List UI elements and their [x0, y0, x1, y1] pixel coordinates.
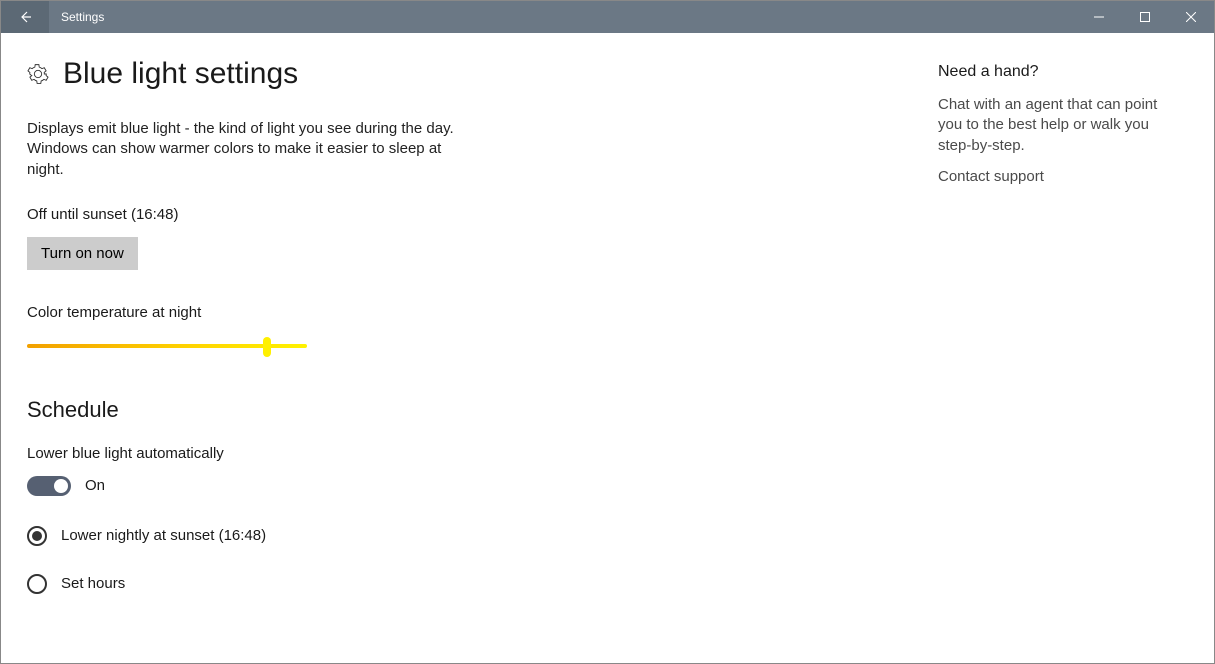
- auto-lower-toggle[interactable]: [27, 476, 71, 496]
- help-pane: Need a hand? Chat with an agent that can…: [938, 57, 1188, 663]
- close-icon: [1186, 12, 1196, 22]
- page-header: Blue light settings: [27, 57, 647, 91]
- color-temp-slider[interactable]: [27, 335, 307, 359]
- auto-lower-toggle-row: On: [27, 476, 647, 496]
- page-title: Blue light settings: [63, 57, 298, 91]
- radio-set-hours[interactable]: [27, 574, 47, 594]
- contact-support-link[interactable]: Contact support: [938, 168, 1182, 185]
- radio-dot-icon: [32, 531, 42, 541]
- maximize-button[interactable]: [1122, 1, 1168, 33]
- titlebar-title: Settings: [61, 10, 104, 24]
- content-area: Blue light settings Displays emit blue l…: [1, 33, 1214, 663]
- toggle-state-label: On: [85, 477, 105, 494]
- minimize-button[interactable]: [1076, 1, 1122, 33]
- toggle-knob: [54, 479, 68, 493]
- back-button[interactable]: [1, 1, 49, 33]
- main-pane: Blue light settings Displays emit blue l…: [27, 57, 647, 663]
- page-description: Displays emit blue light - the kind of l…: [27, 119, 467, 180]
- help-text: Chat with an agent that can point you to…: [938, 95, 1182, 156]
- status-text: Off until sunset (16:48): [27, 206, 647, 223]
- color-temp-label: Color temperature at night: [27, 304, 647, 321]
- minimize-icon: [1094, 12, 1104, 22]
- help-heading: Need a hand?: [938, 63, 1182, 81]
- radio-set-hours-label: Set hours: [61, 575, 125, 592]
- schedule-heading: Schedule: [27, 397, 647, 423]
- radio-sunset-row[interactable]: Lower nightly at sunset (16:48): [27, 526, 647, 546]
- arrow-left-icon: [17, 9, 33, 25]
- gear-icon: [27, 63, 49, 85]
- radio-sunset[interactable]: [27, 526, 47, 546]
- radio-sunset-label: Lower nightly at sunset (16:48): [61, 527, 266, 544]
- turn-on-button[interactable]: Turn on now: [27, 237, 138, 270]
- auto-lower-label: Lower blue light automatically: [27, 445, 647, 462]
- maximize-icon: [1140, 12, 1150, 22]
- close-button[interactable]: [1168, 1, 1214, 33]
- titlebar: Settings: [1, 1, 1214, 33]
- window-controls: [1076, 1, 1214, 33]
- slider-thumb[interactable]: [263, 337, 271, 357]
- radio-set-hours-row[interactable]: Set hours: [27, 574, 647, 594]
